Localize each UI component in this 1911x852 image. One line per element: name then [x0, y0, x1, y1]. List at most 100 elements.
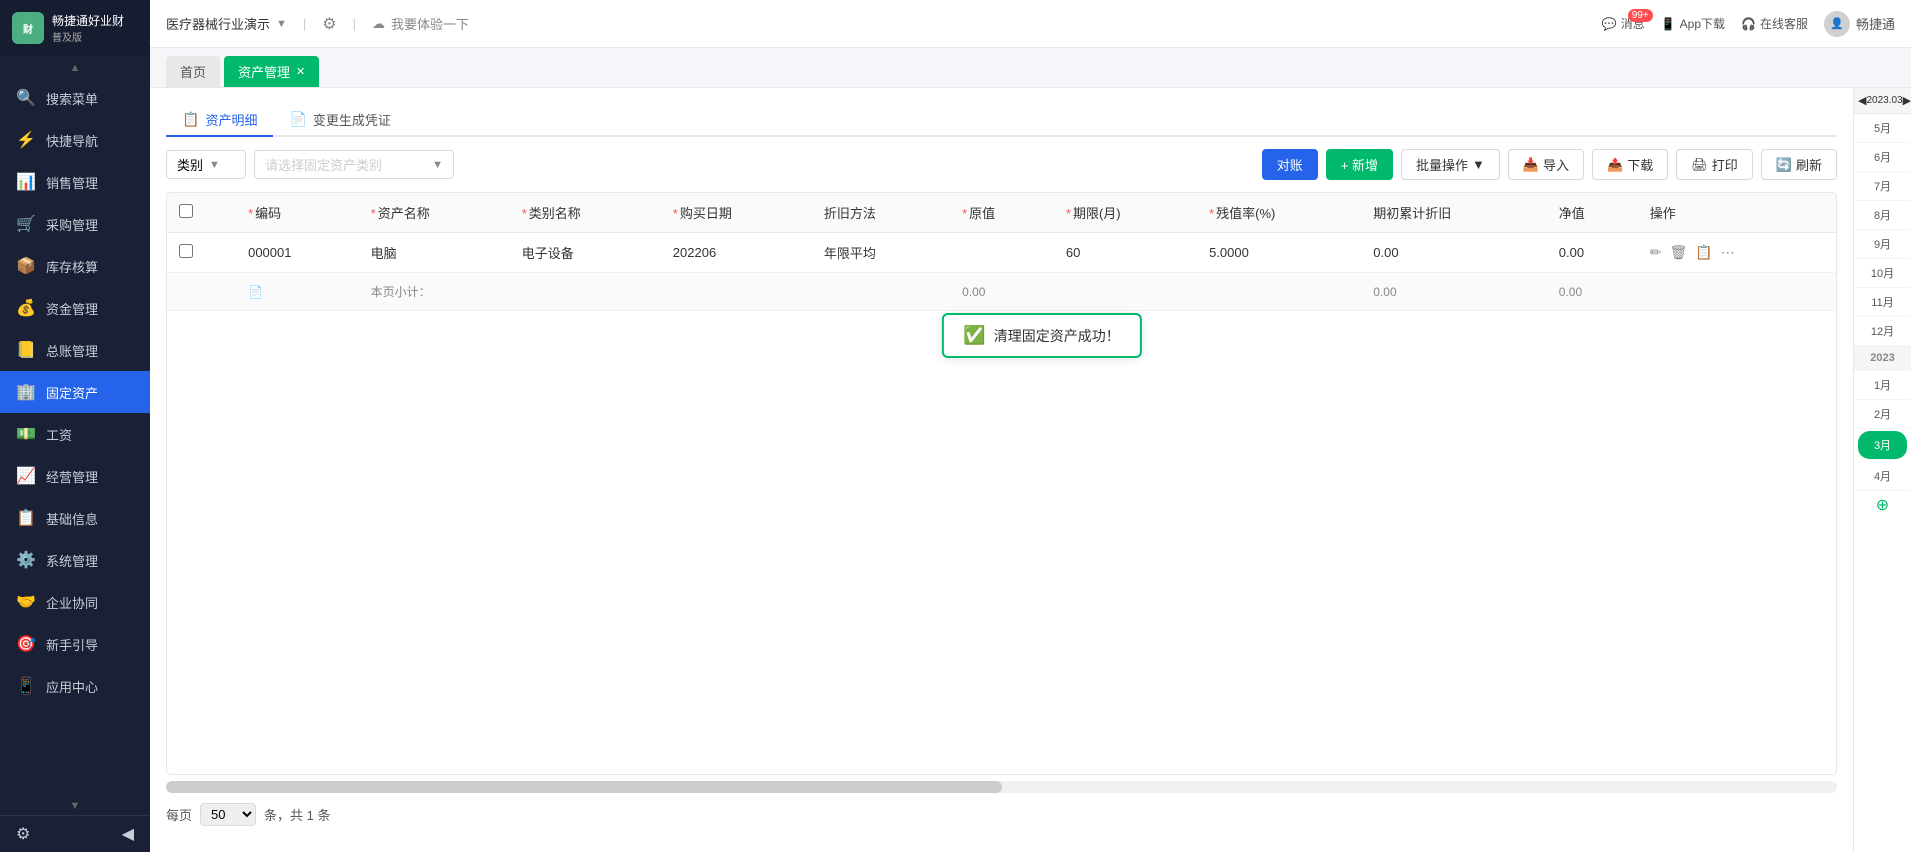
subtotal-empty-check: [167, 273, 236, 311]
print-label: 打印: [1712, 155, 1738, 174]
subtotal-net: 0.00: [1547, 273, 1638, 311]
action-icons: ✏ 🗑 📋 ⋯: [1650, 244, 1824, 261]
inventory-icon: 📦: [16, 256, 36, 276]
per-page-select[interactable]: 50 100 200: [200, 803, 256, 826]
sidebar-item-appstore[interactable]: 📱 应用中心: [0, 665, 150, 707]
cal-month-11[interactable]: 11月: [1854, 288, 1911, 317]
experience-button[interactable]: ☁ 我要体验一下: [372, 14, 469, 33]
download-label: 下载: [1627, 155, 1653, 174]
sidebar-item-finance[interactable]: 💰 资金管理: [0, 287, 150, 329]
cal-month-5[interactable]: 5月: [1854, 114, 1911, 143]
online-service-button[interactable]: 🎧 在线客服: [1741, 15, 1808, 32]
td-category: 电子设备: [510, 233, 661, 273]
filter-category-label: 类别: [177, 155, 203, 174]
cal-month-9[interactable]: 9月: [1854, 230, 1911, 259]
sidebar-item-payroll[interactable]: 💵 工资: [0, 413, 150, 455]
message-button[interactable]: 💬 消息 99+: [1602, 15, 1645, 32]
delete-icon[interactable]: 🗑: [1669, 244, 1687, 261]
filter-placeholder: 请选择固定资产类别: [265, 155, 382, 174]
new-button[interactable]: + 新增: [1326, 149, 1393, 180]
sub-tab-asset-detail[interactable]: 📋 资产明细: [166, 104, 273, 137]
td-purchase-date: 202206: [661, 233, 812, 273]
user-menu[interactable]: 👤 畅捷通: [1824, 11, 1895, 37]
filter-category-input[interactable]: 请选择固定资产类别 ▼: [254, 150, 454, 179]
subtotal-row: 📄 本页小计： 0.00 0.00 0.00: [167, 273, 1836, 311]
horizontal-scrollbar[interactable]: [166, 781, 1837, 793]
topbar-separator2: |: [353, 16, 356, 31]
tab-home[interactable]: 首页: [166, 56, 220, 87]
calendar-scroll[interactable]: 5月 6月 7月 8月 9月 10月 11月 12月 2023 1月 2月 3月…: [1854, 114, 1911, 852]
collapse-icon[interactable]: ◀: [122, 824, 134, 844]
print-button[interactable]: 🖨 打印: [1676, 149, 1753, 180]
success-toast: ✅ 清理固定资产成功！: [941, 313, 1141, 358]
cal-month-10[interactable]: 10月: [1854, 259, 1911, 288]
filter-input-dropdown-icon: ▼: [432, 159, 443, 171]
sidebar-item-label: 基础信息: [46, 509, 98, 528]
sidebar-item-ledger[interactable]: 📒 总账管理: [0, 329, 150, 371]
expand-right-icon[interactable]: ▶: [1903, 94, 1911, 107]
refresh-button[interactable]: 🔄 刷新: [1761, 149, 1837, 180]
company-name: 医疗器械行业演示: [166, 14, 270, 33]
settings-icon[interactable]: ⚙: [16, 824, 30, 844]
subtotal-original: 0.00: [950, 273, 1054, 311]
tab-close-icon[interactable]: ✕: [296, 65, 305, 78]
subtotal-empty1: [1054, 273, 1197, 311]
cal-month-7[interactable]: 7月: [1854, 172, 1911, 201]
cal-month-12[interactable]: 12月: [1854, 317, 1911, 346]
guide-icon: 🎯: [16, 634, 36, 654]
sidebar-item-label: 固定资产: [46, 383, 98, 402]
refresh-icon: 🔄: [1776, 157, 1792, 173]
sidebar-scroll-up[interactable]: ▲: [0, 56, 150, 77]
tab-home-label: 首页: [180, 62, 206, 81]
sub-tab-change-voucher[interactable]: 📄 变更生成凭证: [273, 104, 406, 137]
batch-button[interactable]: 批量操作 ▼: [1401, 149, 1500, 180]
collapse-right-icon[interactable]: ◀: [1858, 94, 1866, 107]
sidebar-item-cooperation[interactable]: 🤝 企业协同: [0, 581, 150, 623]
toolbar-left: 类别 ▼ 请选择固定资产类别 ▼: [166, 150, 454, 179]
ledger-icon: 📒: [16, 340, 36, 360]
sidebar-item-operations[interactable]: 📈 经营管理: [0, 455, 150, 497]
th-original-value: *原值: [950, 193, 1054, 233]
tab-assets[interactable]: 资产管理 ✕: [224, 56, 319, 87]
sidebar-item-assets[interactable]: 🏢 固定资产: [0, 371, 150, 413]
username: 畅捷通: [1856, 14, 1895, 33]
topbar-settings-icon[interactable]: ⚙: [322, 14, 336, 34]
filter-category-select[interactable]: 类别 ▼: [166, 150, 246, 179]
sidebar-item-label: 快捷导航: [46, 131, 98, 150]
td-original-value: [950, 233, 1054, 273]
sidebar-item-sales[interactable]: 📊 销售管理: [0, 161, 150, 203]
app-download-button[interactable]: 📱 App下载: [1661, 15, 1725, 32]
select-all-checkbox[interactable]: [179, 204, 193, 218]
row-checkbox[interactable]: [179, 244, 193, 258]
sales-icon: 📊: [16, 172, 36, 192]
company-selector[interactable]: 医疗器械行业演示 ▼: [166, 14, 287, 33]
scroll-thumb-h[interactable]: [166, 781, 1002, 793]
sidebar-bottom: ⚙ ◀: [0, 815, 150, 852]
sidebar-item-inventory[interactable]: 📦 库存核算: [0, 245, 150, 287]
cal-month-1[interactable]: 1月: [1854, 371, 1911, 400]
sidebar-item-system[interactable]: ⚙️ 系统管理: [0, 539, 150, 581]
copy-icon[interactable]: 📋: [1695, 244, 1712, 261]
sidebar-item-basics[interactable]: 📋 基础信息: [0, 497, 150, 539]
cal-month-3-current[interactable]: 3月: [1858, 431, 1907, 460]
more-icon[interactable]: ⋯: [1721, 244, 1735, 261]
sidebar-item-guide[interactable]: 🎯 新手引导: [0, 623, 150, 665]
quicknav-icon: ⚡: [16, 130, 36, 150]
right-panel-header: ◀ 2023.03 ▶: [1854, 88, 1911, 114]
reconcile-button[interactable]: 对账: [1262, 149, 1318, 180]
sidebar-item-purchase[interactable]: 🛒 采购管理: [0, 203, 150, 245]
edit-icon[interactable]: ✏: [1650, 244, 1662, 261]
sidebar-item-search[interactable]: 🔍 搜索菜单: [0, 77, 150, 119]
sidebar-scroll-down[interactable]: ▼: [0, 794, 150, 815]
cal-month-2[interactable]: 2月: [1854, 400, 1911, 429]
cal-month-4[interactable]: 4月: [1854, 462, 1911, 491]
sidebar-item-label: 企业协同: [46, 593, 98, 612]
cal-month-8[interactable]: 8月: [1854, 201, 1911, 230]
download-icon: 📱: [1661, 17, 1676, 31]
download-button[interactable]: 📤 下载: [1592, 149, 1668, 180]
sidebar-item-quicknav[interactable]: ⚡ 快捷导航: [0, 119, 150, 161]
import-button[interactable]: 📥 导入: [1508, 149, 1584, 180]
calendar-expand-down[interactable]: ⊕: [1854, 491, 1911, 519]
assets-icon: 🏢: [16, 382, 36, 402]
cal-month-6[interactable]: 6月: [1854, 143, 1911, 172]
